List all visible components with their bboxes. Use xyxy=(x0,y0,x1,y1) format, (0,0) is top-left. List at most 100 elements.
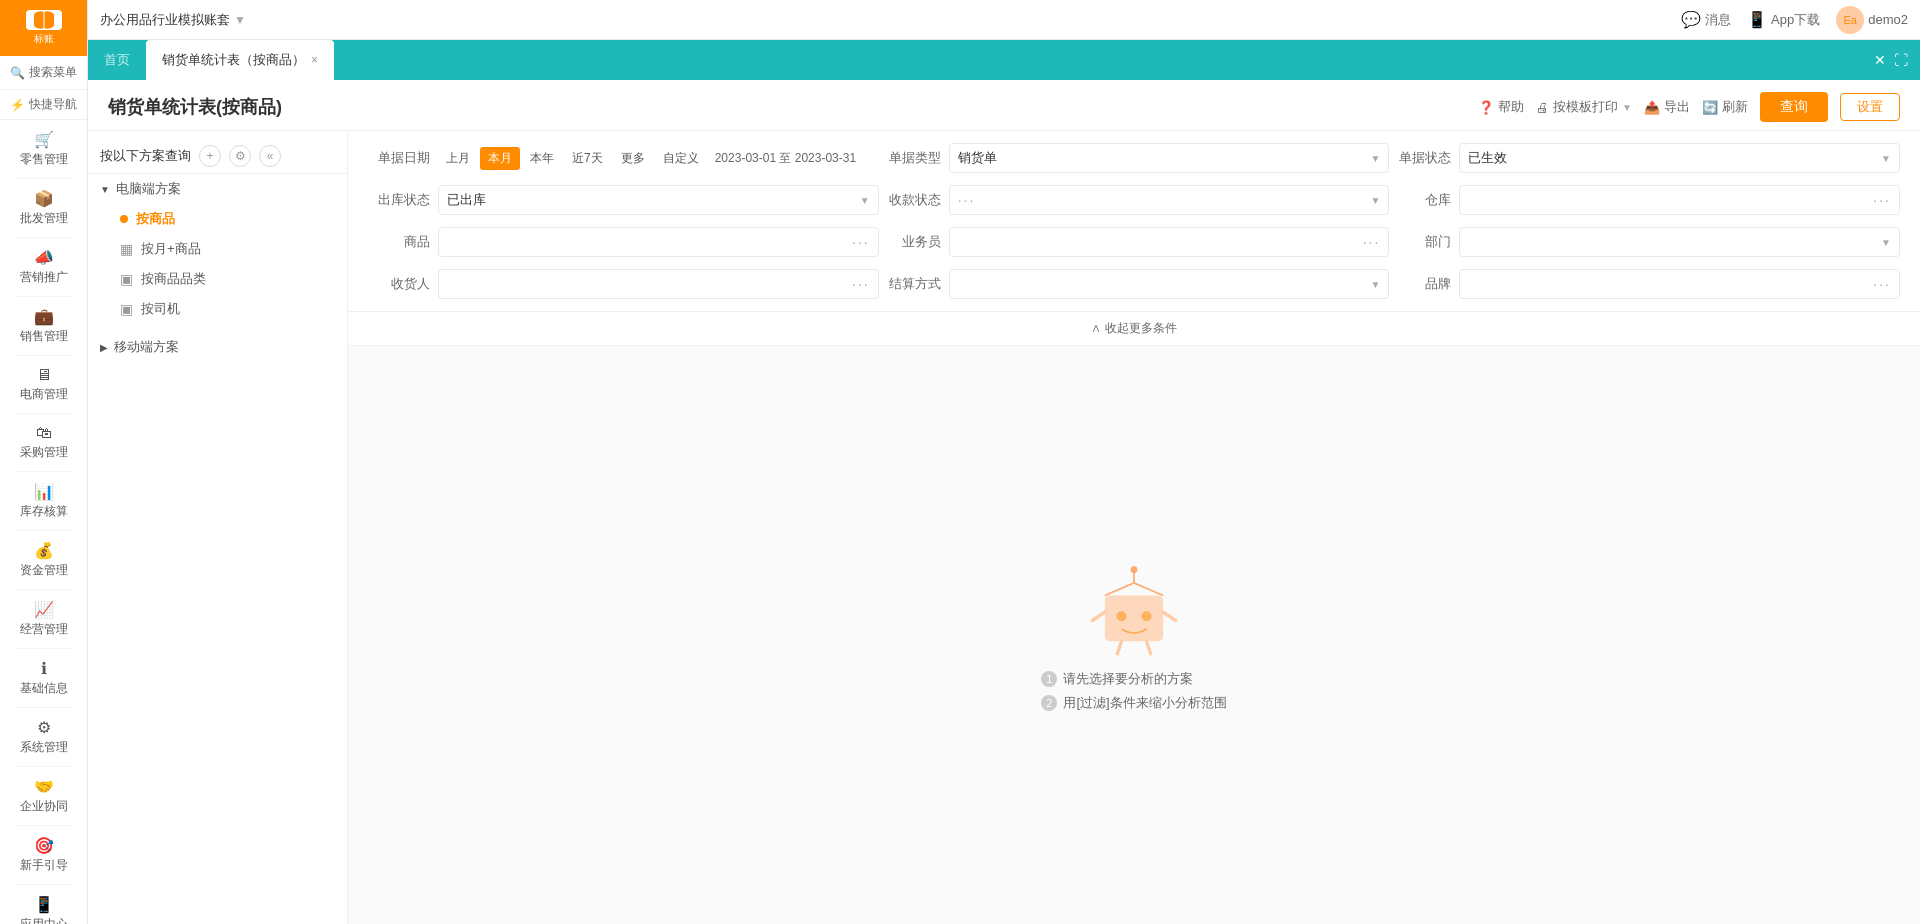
warehouse-input[interactable]: ··· xyxy=(1459,185,1900,215)
sidebar-item-wholesale[interactable]: 📦 批发管理 xyxy=(16,179,72,238)
app-download-label: App下载 xyxy=(1771,11,1820,29)
recipient-input[interactable]: ··· xyxy=(438,269,879,299)
sidebar-item-basic[interactable]: ℹ基础信息 xyxy=(16,649,72,708)
sidebar-item-label: 系统管理 xyxy=(20,739,68,756)
date-range-display: 2023-03-01 至 2023-03-31 xyxy=(715,150,856,167)
doc-type-label: 单据类型 xyxy=(879,149,949,167)
sidebar-item-inventory[interactable]: 📊库存核算 xyxy=(16,472,72,531)
refresh-btn[interactable]: 🔄 刷新 xyxy=(1702,98,1748,116)
enterprise-icon: 🤝 xyxy=(34,777,54,796)
doc-type-input[interactable]: 销货单 ▼ xyxy=(949,143,1390,173)
product-label: 商品 xyxy=(368,233,438,251)
sidebar-item-guide[interactable]: 🎯新手引导 xyxy=(16,826,72,885)
search-icon: 🔍 xyxy=(10,66,25,80)
tab-close-btn[interactable]: ✕ xyxy=(1874,52,1886,68)
svg-rect-0 xyxy=(1105,596,1163,642)
tab-expand-btn[interactable]: ⛶ xyxy=(1894,52,1908,68)
tab-active[interactable]: 销货单统计表（按商品） × xyxy=(146,40,334,80)
date-tabs: 上月 本月 本年 近7天 更多 自定义 xyxy=(438,147,707,170)
export-btn[interactable]: 📤 导出 xyxy=(1644,98,1690,116)
scheme-collapse-btn[interactable]: « xyxy=(259,145,281,167)
outbound-status-label: 出库状态 xyxy=(368,191,438,209)
scheme-category-desktop[interactable]: ▼ 电脑端方案 xyxy=(88,174,347,204)
category-label: 电脑端方案 xyxy=(116,180,181,198)
payment-status-input[interactable]: ··· ▼ xyxy=(949,185,1390,215)
sidebar-item-ecommerce[interactable]: 🖥电商管理 xyxy=(16,356,72,414)
tab-close-icon[interactable]: × xyxy=(311,53,318,67)
doc-status-input[interactable]: 已生效 ▼ xyxy=(1459,143,1900,173)
date-tab-last-month[interactable]: 上月 xyxy=(438,147,478,170)
scheme-settings-btn[interactable]: ⚙ xyxy=(229,145,251,167)
expand-arrow-icon: ▼ xyxy=(100,184,110,195)
filter-field-doc-status: 单据状态 已生效 ▼ xyxy=(1389,143,1900,173)
doc-status-label: 单据状态 xyxy=(1389,149,1459,167)
active-dot-icon xyxy=(120,215,128,223)
quick-nav[interactable]: ⚡ 快捷导航 xyxy=(0,90,87,120)
scheme-add-btn[interactable]: + xyxy=(199,145,221,167)
template-print-btn[interactable]: 🖨 按模板打印 ▼ xyxy=(1536,98,1632,116)
filter-row-4: 收货人 ··· 结算方式 ▼ xyxy=(368,269,1900,299)
sidebar-item-apps[interactable]: 📱应用中心 xyxy=(16,885,72,924)
topbar-dropdown-icon[interactable]: ▼ xyxy=(234,13,246,27)
template-print-arrow[interactable]: ▼ xyxy=(1622,102,1632,113)
scheme-item-by-product[interactable]: 按商品 xyxy=(88,204,347,234)
scheme-category-mobile[interactable]: ▶ 移动端方案 xyxy=(88,332,347,362)
right-panel: 单据日期 上月 本月 本年 近7天 更多 自定义 20 xyxy=(348,131,1920,924)
user-profile[interactable]: Ea demo2 xyxy=(1836,6,1908,34)
message-icon: 💬 xyxy=(1681,10,1701,29)
app-download-action[interactable]: 📱 App下载 xyxy=(1747,10,1820,29)
date-tab-this-month[interactable]: 本月 xyxy=(480,147,520,170)
query-btn[interactable]: 查询 xyxy=(1760,92,1828,122)
scheme-item-by-cashregister[interactable]: ▣ 按司机 xyxy=(88,294,347,324)
tip-text-1: 请先选择要分析的方案 xyxy=(1063,670,1193,688)
search-label: 搜索菜单 xyxy=(29,64,77,81)
export-icon: 📤 xyxy=(1644,100,1660,115)
department-input[interactable]: ▼ xyxy=(1459,227,1900,257)
sidebar-item-system[interactable]: ⚙系统管理 xyxy=(16,708,72,767)
sidebar-item-sales[interactable]: 💼销售管理 xyxy=(16,297,72,356)
sidebar-item-label: 零售管理 xyxy=(20,151,68,168)
date-tab-this-year[interactable]: 本年 xyxy=(522,147,562,170)
scheme-item-label: 按商品品类 xyxy=(141,270,206,288)
payment-method-input[interactable]: ▼ xyxy=(949,269,1390,299)
ecommerce-icon: 🖥 xyxy=(36,366,52,384)
retail-icon: 🛒 xyxy=(34,130,54,149)
date-tab-custom[interactable]: 自定义 xyxy=(655,147,707,170)
scheme-item-by-category[interactable]: ▣ 按商品品类 xyxy=(88,264,347,294)
tab-home[interactable]: 首页 xyxy=(88,40,146,80)
sidebar-item-label: 批发管理 xyxy=(20,210,68,227)
scheme-item-by-month-product[interactable]: ▦ 按月+商品 xyxy=(88,234,347,264)
settings-btn[interactable]: 设置 xyxy=(1840,93,1900,121)
date-tab-more[interactable]: 更多 xyxy=(613,147,653,170)
tab-home-label: 首页 xyxy=(104,51,130,69)
filter-field-doc-type: 单据类型 销货单 ▼ xyxy=(879,143,1390,173)
sidebar-item-label: 应用中心 xyxy=(20,916,68,924)
product-input[interactable]: ··· xyxy=(438,227,879,257)
collapse-bar[interactable]: ∧ 收起更多条件 xyxy=(348,312,1920,346)
salesperson-input[interactable]: ··· xyxy=(949,227,1390,257)
sidebar-item-finance[interactable]: 💰资金管理 xyxy=(16,531,72,590)
svg-point-2 xyxy=(1142,611,1152,621)
filter-field-payment-status: 收款状态 ··· ▼ xyxy=(879,185,1390,215)
outbound-status-input[interactable]: 已出库 ▼ xyxy=(438,185,879,215)
sidebar-item-enterprise[interactable]: 🤝企业协同 xyxy=(16,767,72,826)
purchase-icon: 🛍 xyxy=(36,424,52,442)
message-action[interactable]: 💬 消息 xyxy=(1681,10,1731,29)
payment-method-label: 结算方式 xyxy=(879,275,949,293)
sidebar-item-operations[interactable]: 📈经营管理 xyxy=(16,590,72,649)
recipient-label: 收货人 xyxy=(368,275,438,293)
svg-line-8 xyxy=(1147,641,1151,654)
wholesale-icon: 📦 xyxy=(34,189,54,208)
sidebar-item-retail[interactable]: 🛒 零售管理 xyxy=(16,120,72,179)
sidebar-item-purchase[interactable]: 🛍采购管理 xyxy=(16,414,72,472)
help-btn[interactable]: ❓ 帮助 xyxy=(1478,98,1524,116)
marketing-icon: 📣 xyxy=(34,248,54,267)
payment-status-dots: ··· xyxy=(958,192,976,208)
brand-input[interactable]: ··· xyxy=(1459,269,1900,299)
scheme-panel: 按以下方案查询 + ⚙ « ▼ 电脑端方案 xyxy=(88,131,348,924)
date-tab-7days[interactable]: 近7天 xyxy=(564,147,611,170)
search-menu[interactable]: 🔍 搜索菜单 xyxy=(0,56,87,90)
doc-status-arrow-icon: ▼ xyxy=(1881,153,1891,164)
sidebar-item-marketing[interactable]: 📣营销推广 xyxy=(16,238,72,297)
operations-icon: 📈 xyxy=(34,600,54,619)
